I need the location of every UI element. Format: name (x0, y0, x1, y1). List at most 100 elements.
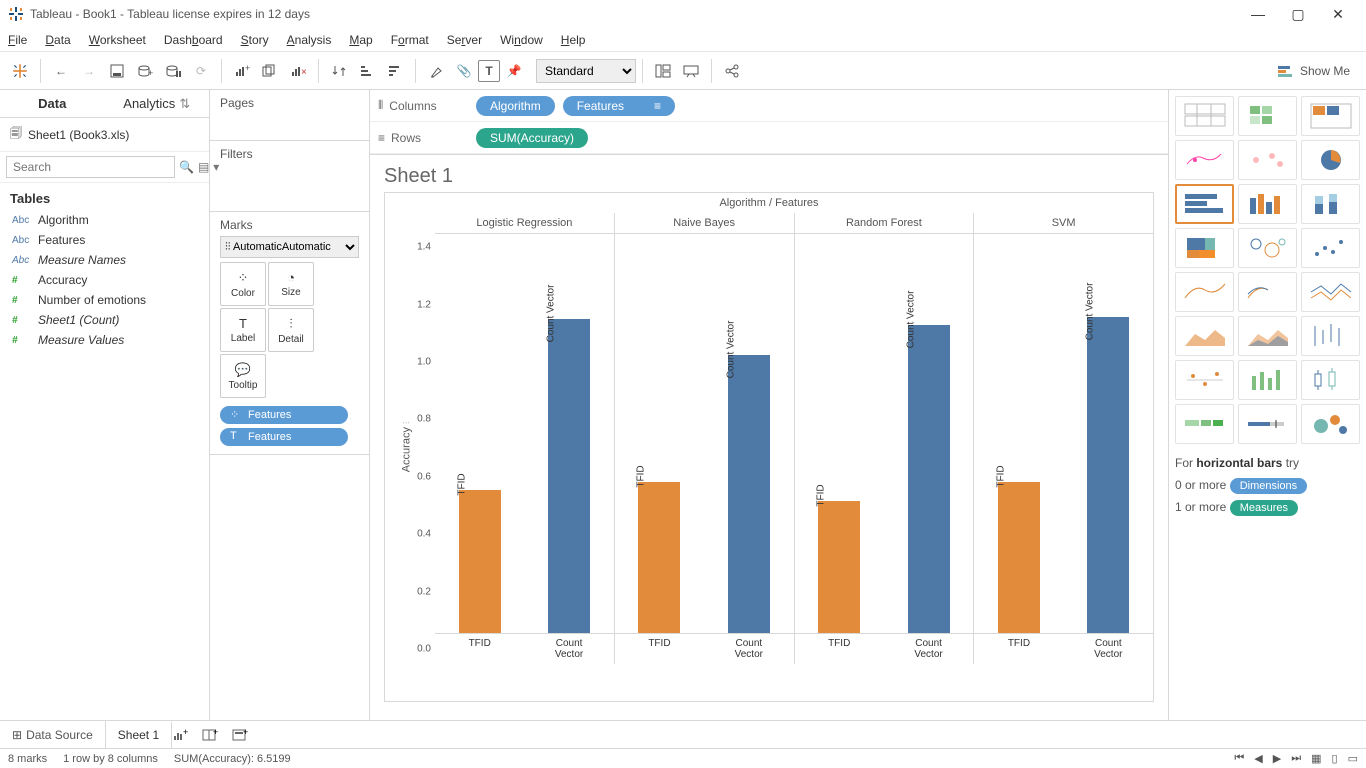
tab-sheet1[interactable]: Sheet 1 (106, 721, 172, 748)
marks-pill-label-features[interactable]: TFeatures (220, 428, 348, 446)
showme-chart-type-18[interactable] (1175, 360, 1234, 400)
mark-detail-button[interactable]: ⫶Detail (268, 308, 314, 352)
nav-first-icon[interactable]: ⏮ (1234, 752, 1244, 765)
mark-color-button[interactable]: ⁘Color (220, 262, 266, 306)
bar[interactable]: Count Vector (908, 325, 950, 633)
nav-last-icon[interactable]: ⏭ (1291, 752, 1301, 765)
showme-chart-type-10[interactable] (1238, 228, 1297, 268)
bar[interactable]: Count Vector (1087, 317, 1129, 633)
menu-window[interactable]: Window (500, 33, 543, 47)
new-worksheet-button[interactable]: + (228, 57, 256, 85)
menu-worksheet[interactable]: Worksheet (89, 33, 146, 47)
menu-map[interactable]: Map (349, 33, 372, 47)
showme-chart-type-1[interactable] (1238, 96, 1297, 136)
showme-chart-type-11[interactable] (1301, 228, 1360, 268)
showme-chart-type-9[interactable] (1175, 228, 1234, 268)
field-accuracy[interactable]: #Accuracy (0, 270, 209, 290)
view-list-icon[interactable]: ▤ (198, 160, 209, 174)
window-minimize-button[interactable]: — (1238, 6, 1278, 22)
group-button[interactable]: 📎 (450, 57, 478, 85)
showme-chart-type-7[interactable] (1238, 184, 1297, 224)
marks-pill-color-features[interactable]: ⁘Features (220, 406, 348, 424)
showme-button[interactable]: Show Me (1278, 64, 1360, 78)
showme-chart-type-16[interactable] (1238, 316, 1297, 356)
filters-shelf[interactable]: Filters (210, 141, 369, 212)
mark-tooltip-button[interactable]: 💬Tooltip (220, 354, 266, 398)
menu-server[interactable]: Server (447, 33, 482, 47)
showme-chart-type-2[interactable] (1301, 96, 1360, 136)
showme-chart-type-15[interactable] (1175, 316, 1234, 356)
mark-type-dropdown[interactable]: ⫶⫶ AutomaticAutomatic (220, 236, 359, 258)
new-story-tab-button[interactable]: + (232, 728, 262, 742)
tab-analytics[interactable]: Analytics ⇅ (105, 90, 210, 117)
field-sheet-count[interactable]: #Sheet1 (Count) (0, 310, 209, 330)
bar[interactable]: TFID (638, 482, 680, 633)
showme-chart-type-5[interactable] (1301, 140, 1360, 180)
showme-chart-type-8[interactable] (1301, 184, 1360, 224)
rows-shelf[interactable]: ≡Rows SUM(Accuracy) (370, 122, 1168, 154)
datasource-row[interactable]: 🗐 Sheet1 (Book3.xls) (0, 118, 209, 151)
menu-file[interactable]: File (8, 33, 27, 47)
showme-chart-type-0[interactable] (1175, 96, 1234, 136)
showme-chart-type-19[interactable] (1238, 360, 1297, 400)
bar[interactable]: TFID (818, 501, 860, 633)
nav-prev-icon[interactable]: ◀ (1254, 752, 1262, 765)
field-measure-names[interactable]: AbcMeasure Names (0, 250, 209, 270)
menu-help[interactable]: Help (561, 33, 586, 47)
labels-button[interactable]: T (478, 60, 500, 82)
new-dashboard-tab-button[interactable]: + (202, 728, 232, 742)
showme-chart-type-14[interactable] (1301, 272, 1360, 312)
showme-chart-type-13[interactable] (1238, 272, 1297, 312)
bar[interactable]: Count Vector (728, 355, 770, 633)
menu-analysis[interactable]: Analysis (287, 33, 332, 47)
bar[interactable]: TFID (998, 482, 1040, 633)
show-cards-button[interactable] (649, 57, 677, 85)
save-button[interactable] (103, 57, 131, 85)
menu-dashboard[interactable]: Dashboard (164, 33, 223, 47)
field-measure-values[interactable]: #Measure Values (0, 330, 209, 350)
sort-desc-button[interactable] (381, 57, 409, 85)
bar[interactable]: Count Vector (548, 319, 590, 633)
menu-story[interactable]: Story (241, 33, 269, 47)
showme-chart-type-23[interactable] (1301, 404, 1360, 444)
highlight-button[interactable] (422, 57, 450, 85)
field-features[interactable]: AbcFeatures (0, 230, 209, 250)
columns-shelf[interactable]: ⦀Columns Algorithm Features≡ (370, 90, 1168, 122)
row-pill-sum-accuracy[interactable]: SUM(Accuracy) (476, 128, 588, 148)
showme-chart-type-17[interactable] (1301, 316, 1360, 356)
refresh-button[interactable]: ⟳ (187, 57, 215, 85)
showme-chart-type-22[interactable] (1238, 404, 1297, 444)
sheet-title[interactable]: Sheet 1 (384, 165, 1154, 188)
share-button[interactable] (718, 57, 746, 85)
col-pill-algorithm[interactable]: Algorithm (476, 96, 555, 116)
tab-data[interactable]: Data (0, 90, 105, 117)
search-input[interactable] (6, 156, 175, 178)
field-algorithm[interactable]: AbcAlgorithm (0, 210, 209, 230)
showme-chart-type-20[interactable] (1301, 360, 1360, 400)
swap-button[interactable] (325, 57, 353, 85)
bar[interactable]: TFID (459, 490, 501, 633)
nav-next-icon[interactable]: ▶ (1273, 752, 1281, 765)
showme-chart-type-6[interactable] (1175, 184, 1234, 224)
window-close-button[interactable]: ✕ (1318, 6, 1358, 23)
menu-data[interactable]: Data (45, 33, 70, 47)
new-datasource-button[interactable]: + (131, 57, 159, 85)
showme-chart-type-12[interactable] (1175, 272, 1234, 312)
clear-sheet-button[interactable]: × (284, 57, 312, 85)
pause-updates-button[interactable] (159, 57, 187, 85)
mark-label-button[interactable]: TLabel (220, 308, 266, 352)
chart-canvas[interactable]: Algorithm / Features Accuracy ⫶ 0.00.20.… (384, 192, 1154, 702)
duplicate-sheet-button[interactable] (256, 57, 284, 85)
menu-format[interactable]: Format (391, 33, 429, 47)
pages-shelf[interactable]: Pages (210, 90, 369, 141)
presentation-button[interactable] (677, 57, 705, 85)
tab-data-source[interactable]: ⊞Data Source (0, 721, 106, 748)
window-maximize-button[interactable]: ▢ (1278, 6, 1318, 23)
sort-asc-button[interactable] (353, 57, 381, 85)
view-single-icon[interactable]: ▯ (1332, 752, 1338, 765)
new-worksheet-tab-button[interactable]: + (172, 728, 202, 742)
fit-dropdown[interactable]: Standard (536, 59, 636, 83)
tableau-home-icon[interactable] (6, 57, 34, 85)
showme-chart-type-4[interactable] (1238, 140, 1297, 180)
showme-chart-type-21[interactable] (1175, 404, 1234, 444)
